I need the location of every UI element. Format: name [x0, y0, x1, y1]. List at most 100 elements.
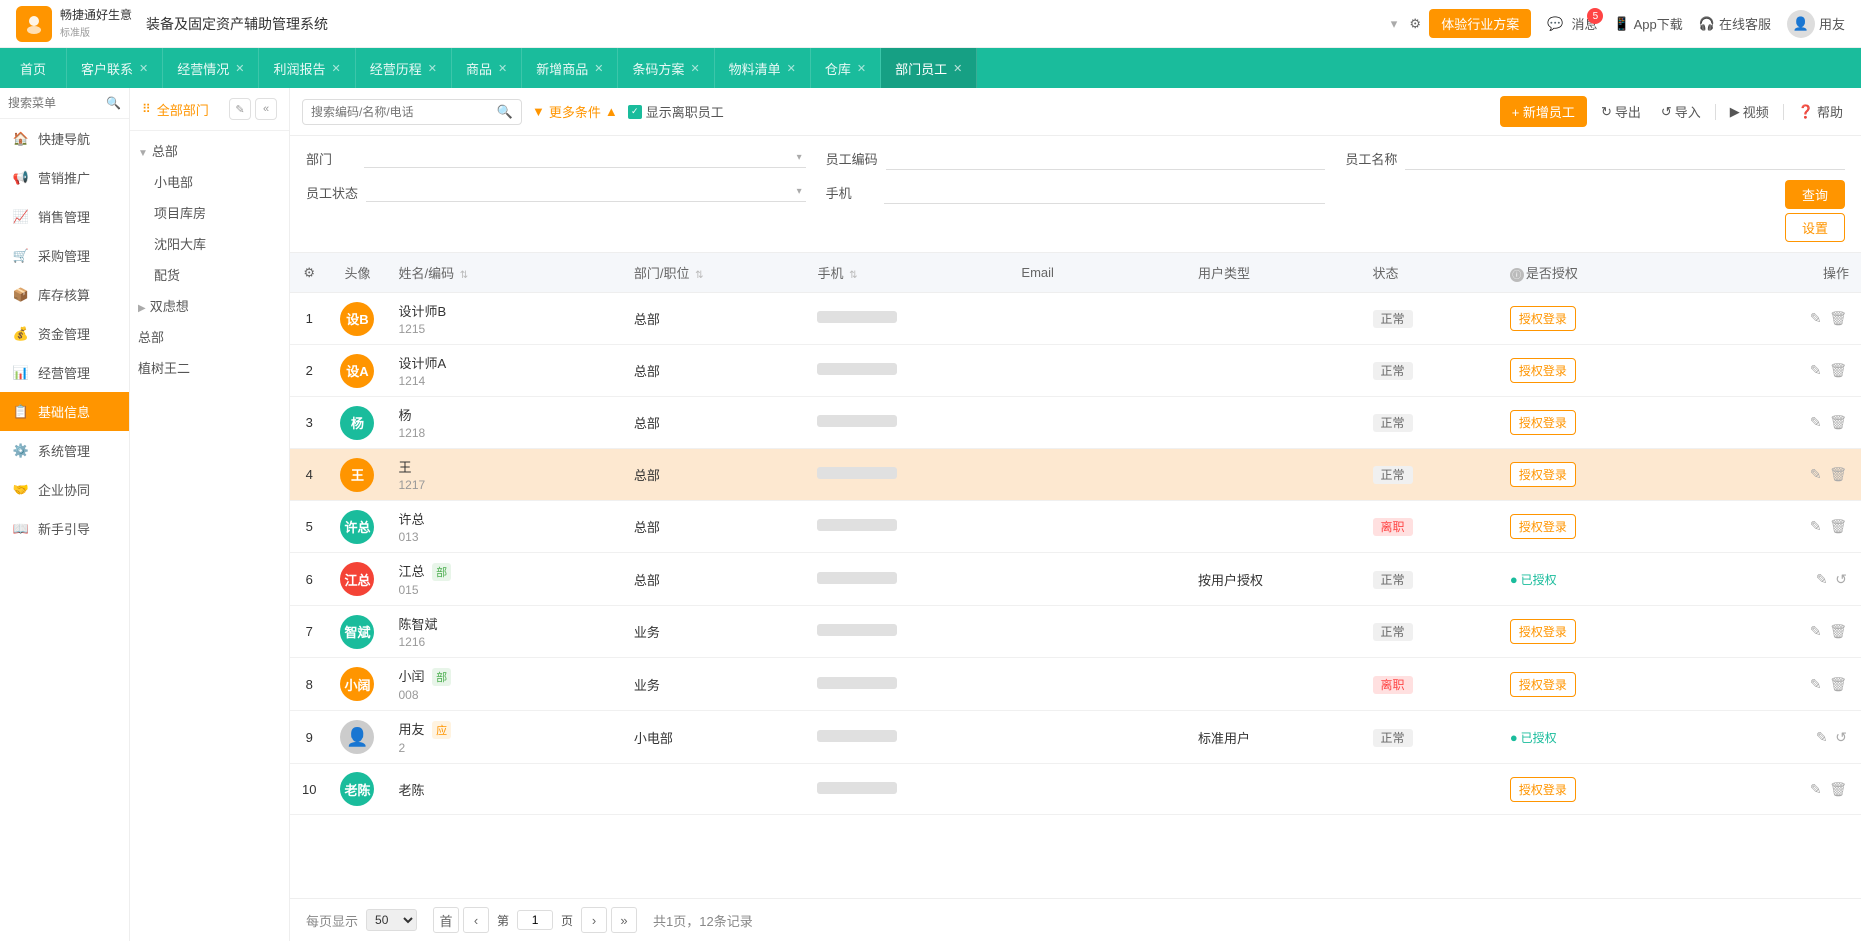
first-page-button[interactable]: 首	[433, 907, 459, 933]
edit-button[interactable]: ✎	[1810, 310, 1822, 326]
auth-login-button[interactable]: 授权登录	[1510, 619, 1576, 644]
tab-material-close[interactable]: ✕	[787, 62, 796, 75]
emp-name-input[interactable]	[1405, 146, 1845, 170]
sidebar-item-guide[interactable]: 📖 新手引导	[0, 509, 129, 548]
col-settings[interactable]: ⚙	[290, 253, 328, 293]
tab-material[interactable]: 物料清单 ✕	[715, 48, 811, 88]
search-button[interactable]: 查询	[1785, 180, 1845, 209]
tab-add-goods-close[interactable]: ✕	[594, 62, 603, 75]
dept-select[interactable]: ▾	[364, 148, 806, 168]
user-menu[interactable]: 👤 用友	[1787, 10, 1845, 38]
sidebar-item-operations[interactable]: 📊 经营管理	[0, 353, 129, 392]
export-button[interactable]: ↻ 导出	[1595, 98, 1647, 125]
auth-login-button[interactable]: 授权登录	[1510, 410, 1576, 435]
message-button[interactable]: 💬 5 消息	[1547, 14, 1597, 33]
last-page-button[interactable]: »	[611, 907, 637, 933]
import-button[interactable]: ↺ 导入	[1655, 98, 1707, 125]
delete-button[interactable]: 🗑	[1829, 414, 1847, 430]
page-number-input[interactable]	[517, 910, 553, 930]
phone-input[interactable]	[884, 180, 1326, 204]
delete-button[interactable]: 🗑	[1829, 518, 1847, 534]
delete-button[interactable]: 🗑	[1829, 310, 1847, 326]
tab-profit-close[interactable]: ✕	[332, 62, 341, 75]
tab-employee-close[interactable]: ✕	[953, 62, 962, 75]
sidebar-item-quick-nav[interactable]: 🏠 快捷导航	[0, 119, 129, 158]
auth-login-button[interactable]: 授权登录	[1510, 672, 1576, 697]
dept-node-small-elec[interactable]: 小电部	[130, 166, 289, 197]
online-service-button[interactable]: 🎧 在线客服	[1699, 14, 1771, 33]
prev-page-button[interactable]: ‹	[463, 907, 489, 933]
dept-node-distribution[interactable]: 配货	[130, 259, 289, 290]
auth-info-icon[interactable]: ⓘ	[1510, 268, 1524, 282]
emp-code-input[interactable]	[886, 146, 1326, 170]
edit-button[interactable]: ✎	[1810, 623, 1822, 639]
dept-node-planting[interactable]: 植树王二	[130, 352, 289, 383]
auth-login-button[interactable]: 授权登录	[1510, 514, 1576, 539]
tab-barcode[interactable]: 条码方案 ✕	[618, 48, 714, 88]
sidebar-item-inventory[interactable]: 📦 库存核算	[0, 275, 129, 314]
emp-status-select[interactable]: ▾	[366, 182, 806, 202]
tab-customers-close[interactable]: ✕	[139, 62, 148, 75]
edit-button[interactable]: ✎	[1810, 781, 1822, 797]
sidebar-item-sales[interactable]: 📈 销售管理	[0, 197, 129, 236]
sidebar-item-basic-info[interactable]: 📋 基础信息	[0, 392, 129, 431]
tab-customers[interactable]: 客户联系 ✕	[67, 48, 163, 88]
edit-button[interactable]: ✎	[1810, 414, 1822, 430]
auth-login-button[interactable]: 授权登录	[1510, 306, 1576, 331]
employee-search-input[interactable]	[311, 105, 491, 119]
tab-business[interactable]: 经营情况 ✕	[163, 48, 259, 88]
auth-login-button[interactable]: 授权登录	[1510, 358, 1576, 383]
tab-warehouse[interactable]: 仓库 ✕	[811, 48, 881, 88]
col-phone[interactable]: 手机 ⇅	[805, 253, 1009, 293]
show-resigned-checkbox[interactable]: ✓	[628, 105, 642, 119]
more-conditions-button[interactable]: ▼ 更多条件 ▲	[532, 102, 618, 121]
delete-button[interactable]: 🗑	[1829, 362, 1847, 378]
tab-history-close[interactable]: ✕	[428, 62, 437, 75]
col-name[interactable]: 姓名/编码 ⇅	[386, 253, 621, 293]
tab-home[interactable]: 首页	[0, 48, 67, 88]
tab-warehouse-close[interactable]: ✕	[857, 62, 866, 75]
tab-employee[interactable]: 部门员工 ✕	[881, 48, 977, 88]
tab-goods-close[interactable]: ✕	[498, 62, 507, 75]
col-dept[interactable]: 部门/职位 ⇅	[622, 253, 806, 293]
sidebar-item-purchase[interactable]: 🛒 采购管理	[0, 236, 129, 275]
help-button[interactable]: ❓ 帮助	[1792, 98, 1849, 125]
dept-node-double-think[interactable]: ▶双虑想	[130, 290, 289, 321]
delete-button[interactable]: 🗑	[1829, 781, 1847, 797]
edit-button[interactable]: ✎	[1810, 676, 1822, 692]
tab-add-goods[interactable]: 新增商品 ✕	[522, 48, 618, 88]
sidebar-item-enterprise[interactable]: 🤝 企业协同	[0, 470, 129, 509]
dept-edit-icon[interactable]: ✎	[229, 98, 251, 120]
edit-button[interactable]: ✎	[1816, 729, 1828, 745]
delete-button[interactable]: 🗑	[1829, 623, 1847, 639]
delete-button[interactable]: 🗑	[1829, 676, 1847, 692]
sidebar-item-finance[interactable]: 💰 资金管理	[0, 314, 129, 353]
edit-button[interactable]: ✎	[1816, 571, 1828, 587]
dept-node-project-room[interactable]: 项目库房	[130, 197, 289, 228]
auth-login-button[interactable]: 授权登录	[1510, 462, 1576, 487]
sidebar-item-system[interactable]: ⚙️ 系统管理	[0, 431, 129, 470]
edit-button[interactable]: ✎	[1810, 362, 1822, 378]
auth-login-button[interactable]: 授权登录	[1510, 777, 1576, 802]
dept-node-headquarter[interactable]: 总部	[130, 321, 289, 352]
sidebar-search-input[interactable]	[8, 96, 106, 110]
tab-business-close[interactable]: ✕	[235, 62, 244, 75]
show-resigned-checkbox-wrap[interactable]: ✓ 显示离职员工	[628, 102, 724, 121]
experience-button[interactable]: 体验行业方案	[1429, 9, 1531, 38]
view-button[interactable]: ▶ 视频	[1724, 98, 1775, 125]
sidebar-item-marketing[interactable]: 📢 营销推广	[0, 158, 129, 197]
tab-goods[interactable]: 商品 ✕	[452, 48, 522, 88]
tab-history[interactable]: 经营历程 ✕	[356, 48, 452, 88]
settings-button[interactable]: ⚙	[1401, 10, 1429, 38]
edit-button[interactable]: ✎	[1810, 518, 1822, 534]
page-size-select[interactable]: 50 100 200	[366, 909, 417, 931]
all-depts-label[interactable]: 全部部门	[157, 100, 223, 119]
delete-button[interactable]: ↺	[1835, 571, 1847, 587]
dept-node-shenyang[interactable]: 沈阳大库	[130, 228, 289, 259]
add-employee-button[interactable]: + 新增员工	[1500, 96, 1587, 127]
set-button[interactable]: 设置	[1785, 213, 1845, 242]
table-settings-icon[interactable]: ⚙	[303, 265, 315, 280]
dept-node-general[interactable]: ▼总部	[130, 135, 289, 166]
delete-button[interactable]: ↺	[1835, 729, 1847, 745]
tab-barcode-close[interactable]: ✕	[690, 62, 699, 75]
